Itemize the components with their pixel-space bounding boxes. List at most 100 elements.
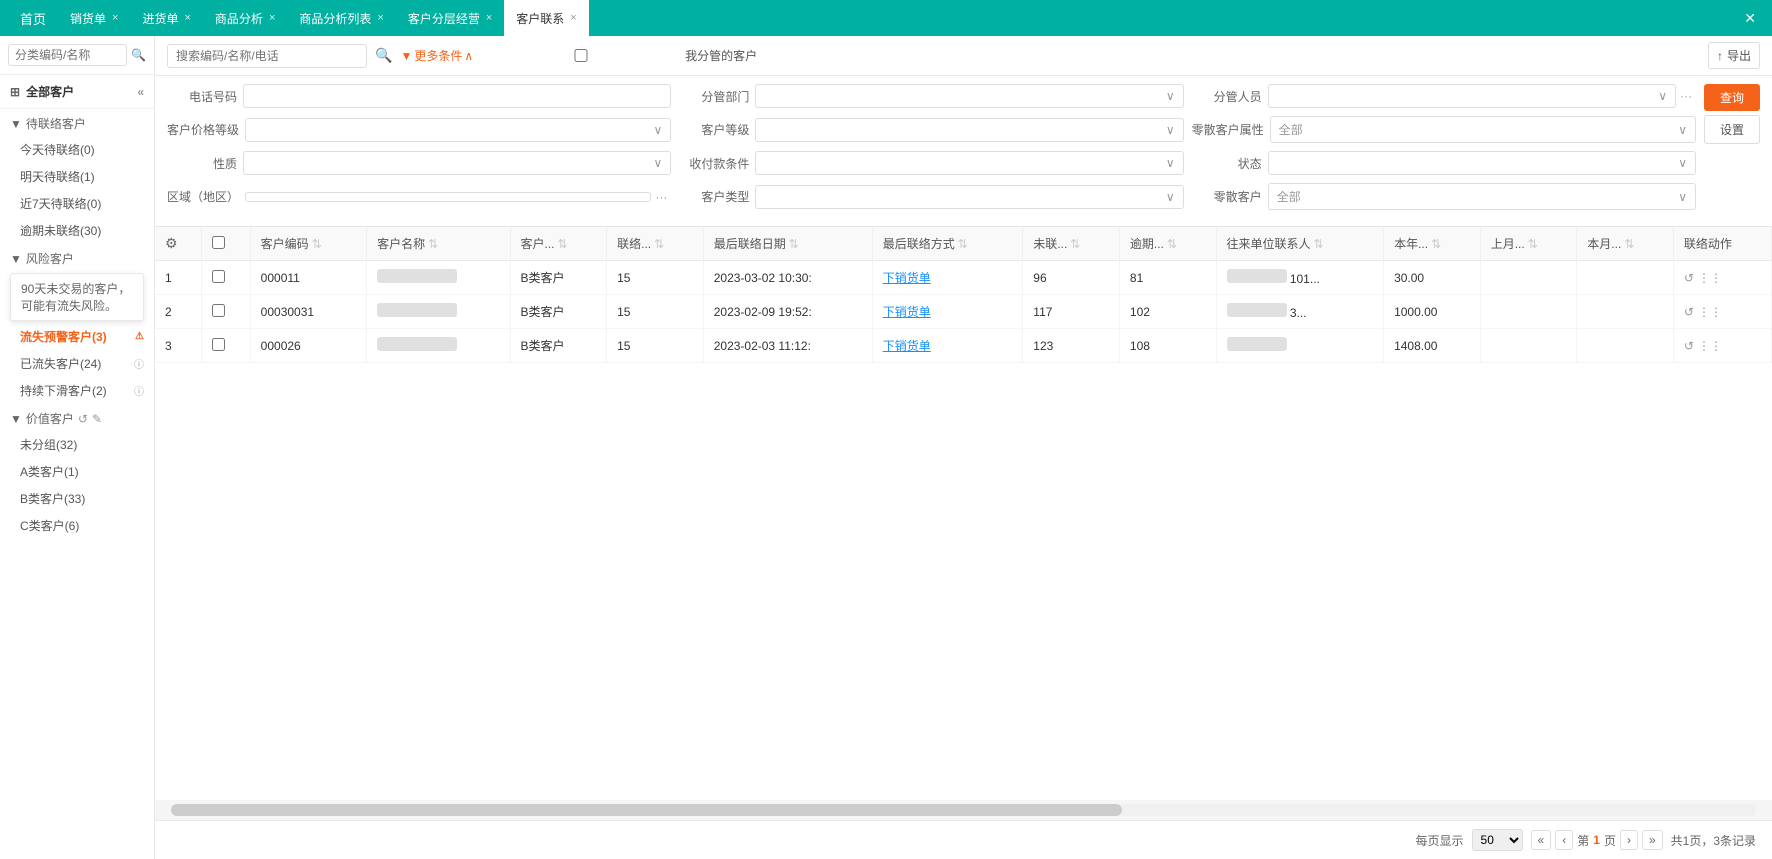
- manager-select[interactable]: ∨: [1268, 84, 1676, 108]
- table-cell[interactable]: ↺⋮⋮: [1673, 261, 1771, 295]
- th-last-month[interactable]: 上月... ⇅: [1480, 227, 1577, 261]
- last-page-btn[interactable]: »: [1642, 830, 1663, 850]
- horizontal-scrollbar[interactable]: [171, 804, 1756, 816]
- close-tab-product-analysis[interactable]: ×: [269, 12, 275, 24]
- sidebar-item-today-contact[interactable]: 今天待联络(0): [0, 136, 154, 163]
- first-page-btn[interactable]: «: [1531, 830, 1552, 850]
- group-risk-customers[interactable]: ▼ 风险客户: [0, 244, 154, 271]
- nature-select[interactable]: ∨: [243, 151, 671, 175]
- sidebar-item-class-a[interactable]: A类客户(1): [0, 458, 154, 485]
- th-checkbox[interactable]: [202, 227, 250, 261]
- th-contact[interactable]: 联络... ⇅: [607, 227, 704, 261]
- phone-input[interactable]: [243, 84, 671, 108]
- close-tab-product-list[interactable]: ×: [377, 12, 383, 24]
- table-cell[interactable]: 下销货单: [872, 295, 1023, 329]
- group-value-customers[interactable]: ▼ 价值客户 ↺ ✎: [0, 404, 154, 431]
- export-button[interactable]: ↑ 导出: [1708, 42, 1760, 69]
- th-type[interactable]: 客户... ⇅: [510, 227, 607, 261]
- th-this-month[interactable]: 本月... ⇅: [1577, 227, 1674, 261]
- table-cell[interactable]: 下销货单: [872, 261, 1023, 295]
- close-tab-customer-contact[interactable]: ×: [570, 12, 576, 24]
- sidebar-item-class-b[interactable]: B类客户(33): [0, 485, 154, 512]
- status-select[interactable]: ∨: [1268, 151, 1696, 175]
- th-settings[interactable]: ⚙: [155, 227, 202, 261]
- tab-customer-contact[interactable]: 客户联系 ×: [504, 0, 588, 36]
- sparse-attr-select[interactable]: 全部 ∨: [1270, 116, 1696, 143]
- sidebar-item-overdue-contact[interactable]: 逾期未联络(30): [0, 217, 154, 244]
- more-conditions-btn[interactable]: ▼ 更多条件 ∧: [400, 47, 473, 64]
- tab-home[interactable]: 首页: [8, 9, 58, 28]
- collapse-icon[interactable]: «: [137, 85, 144, 99]
- sidebar-item-tomorrow-contact[interactable]: 明天待联络(1): [0, 163, 154, 190]
- table-cell: 15: [607, 329, 704, 363]
- filter-dept: 分管部门 ∨: [679, 84, 1183, 108]
- table-cell: B类客户: [510, 329, 607, 363]
- tab-product-analysis[interactable]: 商品分析 ×: [203, 0, 287, 36]
- table-cell: [1577, 261, 1674, 295]
- filter-cust-grade: 客户等级 ∨: [679, 118, 1183, 142]
- page-size-select[interactable]: 50 10 20 100: [1472, 829, 1523, 851]
- cust-type-select[interactable]: ∨: [755, 185, 1183, 209]
- prev-page-btn[interactable]: ‹: [1555, 830, 1573, 850]
- table-cell[interactable]: [202, 295, 250, 329]
- group-pending-contact[interactable]: ▼ 待联络客户: [0, 109, 154, 136]
- next-page-btn[interactable]: ›: [1620, 830, 1638, 850]
- search-button[interactable]: 🔍: [375, 47, 392, 64]
- th-code[interactable]: 客户编码 ⇅: [250, 227, 366, 261]
- table-cell[interactable]: ↺⋮⋮: [1673, 329, 1771, 363]
- region-more-icon[interactable]: ···: [651, 190, 671, 204]
- sidebar-all-customers[interactable]: ⊞ 全部客户 «: [0, 75, 154, 109]
- th-this-year[interactable]: 本年... ⇅: [1384, 227, 1481, 261]
- filter-cust-type: 客户类型 ∨: [679, 185, 1183, 209]
- tab-product-list[interactable]: 商品分析列表 ×: [287, 0, 395, 36]
- sidebar: 🔍 ⊞ 全部客户 « ▼ 待联络客户 今天待联络(0) 明天待联络(1) 近7天…: [0, 36, 155, 859]
- sidebar-item-churned[interactable]: 已流失客户(24) ⓘ: [0, 350, 154, 377]
- sparse-attr-label: 零散客户属性: [1192, 121, 1264, 138]
- manager-more-icon[interactable]: ···: [1676, 89, 1696, 103]
- table-cell: 123: [1023, 329, 1120, 363]
- sidebar-item-class-c[interactable]: C类客户(6): [0, 512, 154, 539]
- sidebar-item-declining[interactable]: 持续下滑客户(2) ⓘ: [0, 377, 154, 404]
- query-button[interactable]: 查询: [1704, 84, 1760, 111]
- table-cell[interactable]: [202, 261, 250, 295]
- table-cell[interactable]: 下销货单: [872, 329, 1023, 363]
- close-window-icon[interactable]: ✕: [1736, 10, 1764, 27]
- refresh-icon[interactable]: ↺: [78, 412, 88, 426]
- sidebar-item-7day-contact[interactable]: 近7天待联络(0): [0, 190, 154, 217]
- dept-select[interactable]: ∨: [755, 84, 1183, 108]
- close-tab-customer-layering[interactable]: ×: [486, 12, 492, 24]
- table-cell[interactable]: ↺⋮⋮: [1673, 295, 1771, 329]
- settings-button[interactable]: 设置: [1704, 115, 1760, 144]
- sidebar-item-unclassified[interactable]: 未分组(32): [0, 431, 154, 458]
- payment-select[interactable]: ∨: [755, 151, 1183, 175]
- price-grade-select[interactable]: ∨: [245, 118, 671, 142]
- th-last-date[interactable]: 最后联络日期 ⇅: [703, 227, 872, 261]
- sidebar-search-icon[interactable]: 🔍: [131, 48, 146, 62]
- th-name[interactable]: 客户名称 ⇅: [367, 227, 510, 261]
- region-select[interactable]: [245, 192, 651, 202]
- table-settings-btn[interactable]: ⚙: [165, 235, 178, 252]
- search-input[interactable]: [167, 44, 367, 68]
- th-overdue[interactable]: 逾期... ⇅: [1119, 227, 1216, 261]
- select-all-checkbox[interactable]: [212, 236, 225, 249]
- my-customers-checkbox[interactable]: 我分管的客户: [481, 47, 757, 64]
- arrow-icon-2: ▼: [10, 252, 22, 266]
- edit-icon[interactable]: ✎: [92, 412, 102, 426]
- close-tab-sales[interactable]: ×: [112, 12, 118, 24]
- tab-customer-layering[interactable]: 客户分层经营 ×: [396, 0, 504, 36]
- scrollbar-thumb[interactable]: [171, 804, 1122, 816]
- th-unit-contact[interactable]: 往来单位联系人 ⇅: [1216, 227, 1384, 261]
- sparse-cust-select[interactable]: 全部 ∨: [1268, 183, 1696, 210]
- table-cell[interactable]: [202, 329, 250, 363]
- tab-sales[interactable]: 销货单 ×: [58, 0, 130, 36]
- sidebar-search-input[interactable]: [8, 44, 127, 66]
- th-last-method[interactable]: 最后联络方式 ⇅: [872, 227, 1023, 261]
- close-tab-purchase[interactable]: ×: [184, 12, 190, 24]
- th-uncontacted[interactable]: 未联... ⇅: [1023, 227, 1120, 261]
- tab-purchase[interactable]: 进货单 ×: [130, 0, 202, 36]
- my-customers-input[interactable]: [481, 49, 681, 62]
- cust-grade-select[interactable]: ∨: [755, 118, 1183, 142]
- sort-icon-lastm: ⇅: [1528, 237, 1538, 251]
- table-cell: 101...: [1216, 261, 1384, 295]
- sidebar-item-churn-warning[interactable]: 流失预警客户(3) ⚠: [0, 323, 154, 350]
